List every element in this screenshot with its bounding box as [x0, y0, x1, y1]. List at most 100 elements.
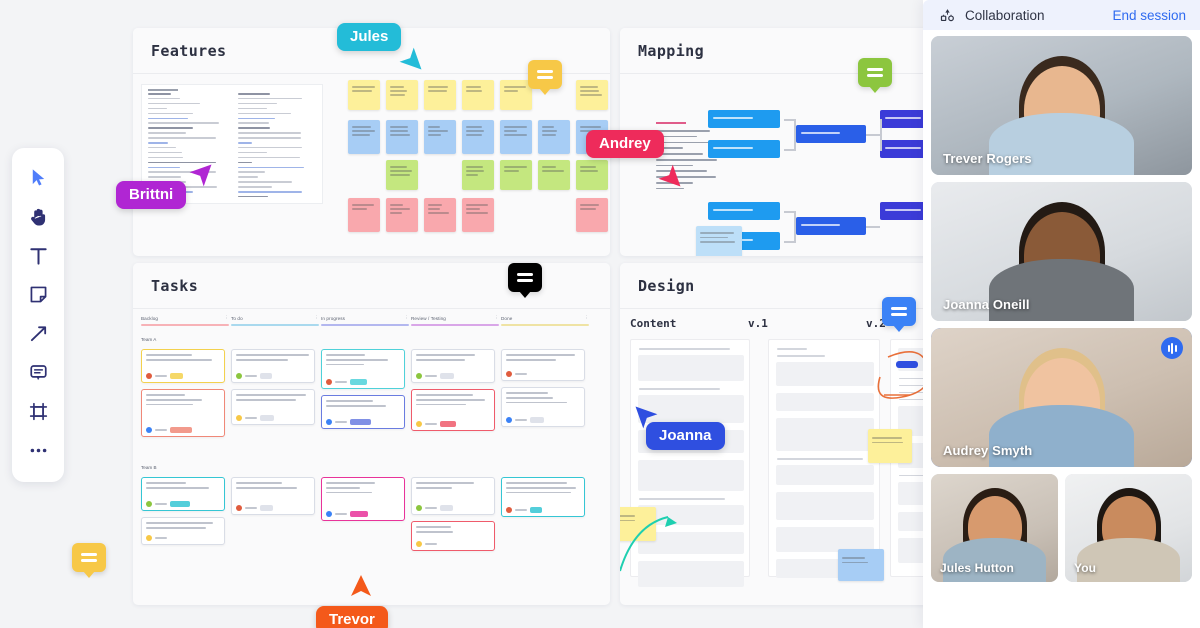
kanban-card[interactable]	[321, 395, 405, 429]
kanban-card[interactable]	[231, 349, 315, 383]
sticky-note[interactable]	[424, 120, 456, 154]
kanban-card[interactable]	[411, 477, 495, 515]
sticky-text-line	[390, 130, 408, 132]
kanban-card[interactable]	[501, 477, 585, 517]
sticky-note[interactable]	[424, 198, 456, 232]
kanban-card-text-line	[236, 394, 306, 396]
sticky-note[interactable]	[500, 160, 532, 190]
kanban-column-menu[interactable]: ⋮	[584, 315, 589, 321]
sticky-note[interactable]	[386, 120, 418, 154]
kanban-card-meta	[155, 375, 167, 377]
node-label	[885, 117, 921, 119]
kanban-card[interactable]	[411, 349, 495, 383]
kanban-column-menu[interactable]: ⋮	[224, 315, 229, 321]
sticky-note[interactable]	[348, 198, 380, 232]
tool-palette[interactable]	[12, 148, 64, 482]
participant-tile[interactable]: Audrey Smyth	[931, 328, 1192, 467]
sticky-text-line	[428, 204, 442, 206]
comment-icon	[28, 362, 49, 383]
kanban-card-tag	[440, 505, 453, 511]
comment-badge-green[interactable]	[858, 58, 892, 87]
more-tools[interactable]	[19, 431, 57, 470]
sticky-note[interactable]	[462, 80, 494, 110]
mapping-sticky-note[interactable]	[696, 226, 742, 256]
kanban-column-menu[interactable]: ⋮	[314, 315, 319, 321]
comment-badge-yellow[interactable]	[528, 60, 562, 89]
kanban-column[interactable]: In progress ⋮	[321, 315, 409, 326]
sticky-note[interactable]	[462, 160, 494, 190]
comment-badge-floating[interactable]	[72, 543, 106, 572]
whiteboard-canvas[interactable]: Features Doc Mapping Tasks Bac	[0, 0, 925, 628]
arrow-tool[interactable]	[19, 314, 57, 353]
sticky-note[interactable]	[500, 80, 532, 110]
kanban-card[interactable]	[141, 349, 225, 383]
kanban-column[interactable]: Done ⋮	[501, 315, 589, 326]
wireframe-content[interactable]	[630, 339, 750, 577]
sticky-note[interactable]	[348, 120, 380, 154]
kanban-column-accent	[411, 324, 499, 326]
select-tool[interactable]	[19, 158, 57, 197]
kanban-card[interactable]	[411, 521, 495, 551]
sticky-note[interactable]	[348, 80, 380, 110]
sticky-note-tool[interactable]	[19, 275, 57, 314]
sticky-note[interactable]	[538, 120, 570, 154]
kanban-column-menu[interactable]: ⋮	[494, 315, 499, 321]
kanban-card[interactable]	[141, 477, 225, 511]
participant-tiles: Trever Rogers Joanna Oneill Audrey Smyth Ju…	[923, 30, 1200, 590]
sticky-note[interactable]	[462, 120, 494, 154]
sticky-note[interactable]	[538, 160, 570, 190]
flow-node-l2-1[interactable]	[796, 217, 866, 235]
participant-tile[interactable]: Trever Rogers	[931, 36, 1192, 175]
kanban-card[interactable]	[231, 389, 315, 425]
sticky-note[interactable]	[424, 80, 456, 110]
panel-design-header: Design	[620, 263, 925, 309]
kanban-column[interactable]: To do ⋮	[231, 315, 319, 326]
sticky-note[interactable]	[576, 198, 608, 232]
participant-tile[interactable]: Joanna Oneill	[931, 182, 1192, 321]
design-sticky-blue[interactable]	[838, 549, 884, 581]
flow-node-l3-0[interactable]	[880, 110, 925, 128]
kanban-card-text-line	[146, 394, 185, 396]
flow-node-l3-2[interactable]	[880, 202, 925, 220]
kanban-card[interactable]	[321, 349, 405, 389]
sticky-note[interactable]	[386, 80, 418, 110]
flow-node-l1-2[interactable]	[708, 202, 780, 220]
participant-tile[interactable]: Jules Hutton	[931, 474, 1058, 582]
kanban-card[interactable]	[321, 477, 405, 521]
flow-node-l3-1[interactable]	[880, 140, 925, 158]
hand-tool[interactable]	[19, 197, 57, 236]
sticky-text-line	[352, 126, 371, 128]
design-sticky-yellow[interactable]	[620, 507, 656, 541]
kanban-card[interactable]	[411, 389, 495, 431]
kanban-card[interactable]	[501, 387, 585, 427]
sticky-note[interactable]	[386, 198, 418, 232]
kanban-card[interactable]	[231, 477, 315, 515]
sticky-note[interactable]	[462, 198, 494, 232]
comment-line	[517, 273, 533, 276]
sticky-note[interactable]	[576, 80, 608, 110]
kanban-card-meta	[515, 419, 527, 421]
flow-node-l1-1[interactable]	[708, 140, 780, 158]
kanban-card[interactable]	[141, 517, 225, 545]
kanban-column[interactable]: Backlog ⋮	[141, 315, 229, 326]
kanban-column-menu[interactable]: ⋮	[404, 315, 409, 321]
kanban-card-avatar	[146, 501, 152, 507]
comment-tool[interactable]	[19, 353, 57, 392]
sticky-note[interactable]	[386, 160, 418, 190]
end-session-button[interactable]: End session	[1112, 8, 1186, 23]
flow-node-l1-0[interactable]	[708, 110, 780, 128]
comment-badge-black[interactable]	[508, 263, 542, 292]
kanban-column[interactable]: Review / Testing ⋮	[411, 315, 499, 326]
frame-tool[interactable]	[19, 392, 57, 431]
sticky-note[interactable]	[576, 160, 608, 190]
text-tool[interactable]	[19, 236, 57, 275]
flow-node-l2-0[interactable]	[796, 125, 866, 143]
comment-badge-blue[interactable]	[882, 297, 916, 326]
kanban-card[interactable]	[141, 389, 225, 437]
sticky-note[interactable]	[500, 120, 532, 154]
participant-tile[interactable]: You	[1065, 474, 1192, 582]
design-sticky-yellow-2[interactable]	[868, 429, 912, 463]
kanban-card[interactable]	[501, 349, 585, 381]
wireframe-v1[interactable]	[768, 339, 880, 577]
panel-tasks[interactable]: Tasks Backlog ⋮ To do ⋮ In progress ⋮ Review /…	[133, 263, 610, 605]
